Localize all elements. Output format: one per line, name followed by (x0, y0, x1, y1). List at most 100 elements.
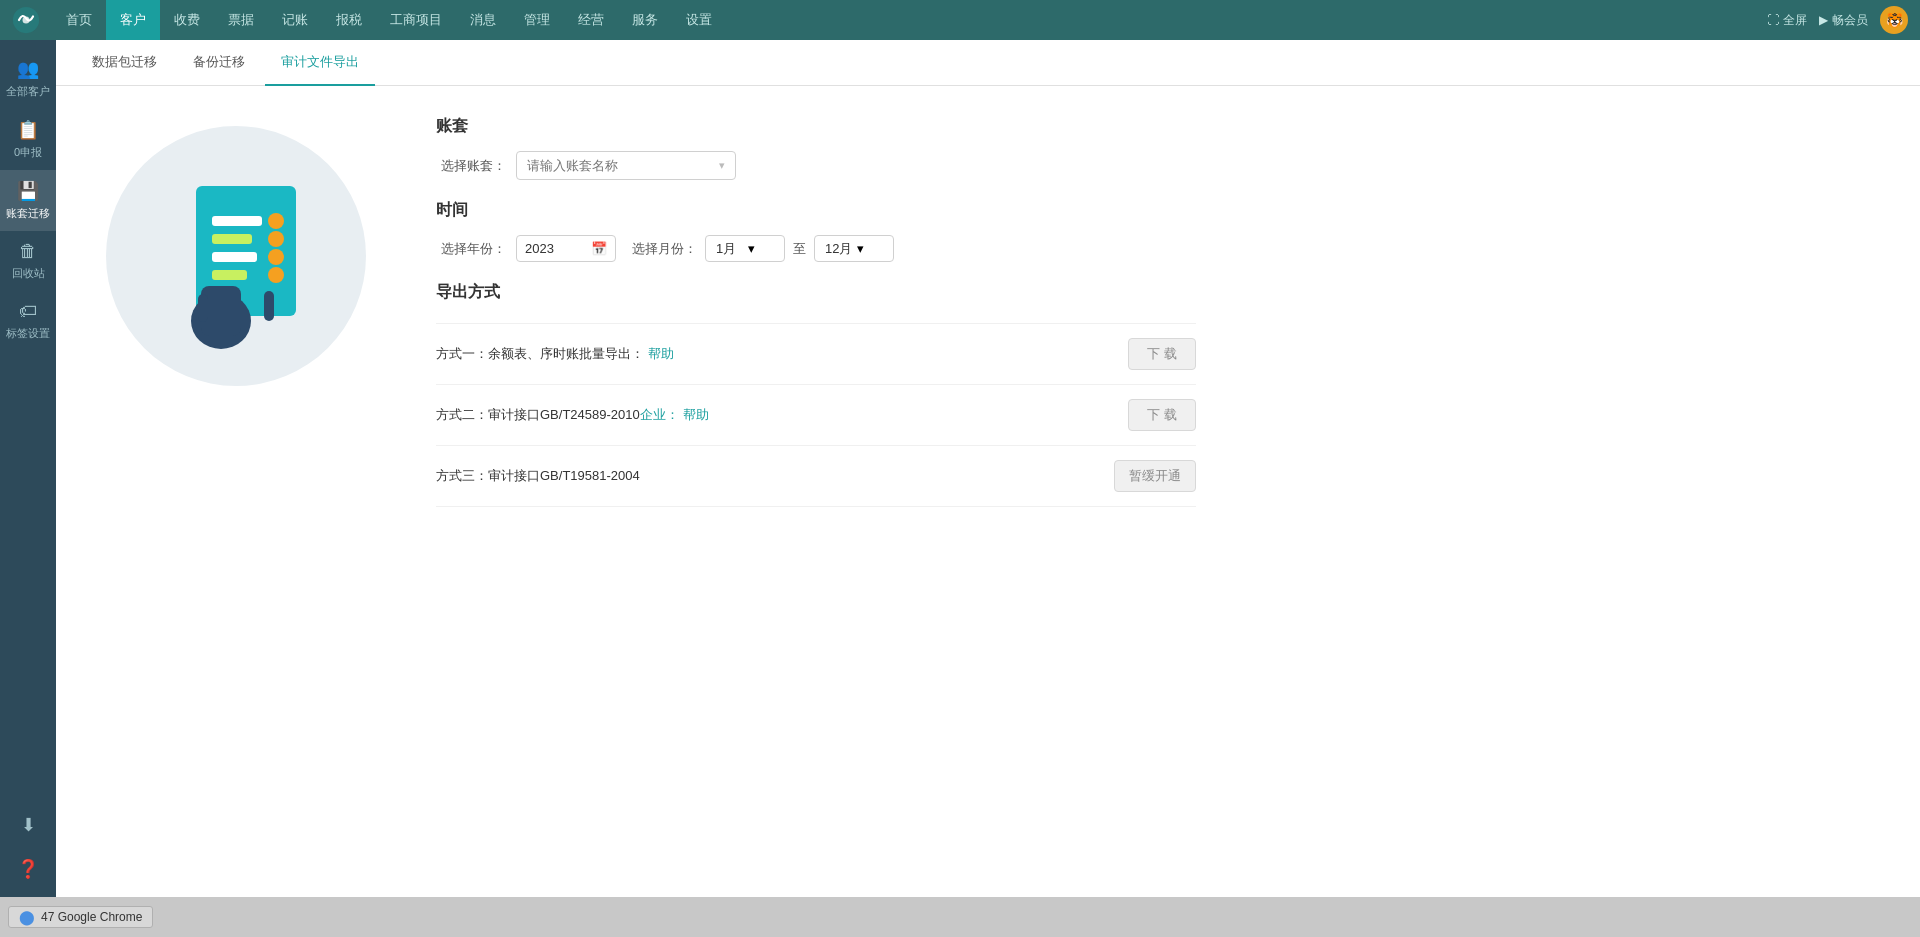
tab-bar: 数据包迁移 备份迁移 审计文件导出 (56, 40, 1920, 86)
svg-point-9 (268, 249, 284, 265)
method-1-download-button[interactable]: 下 载 (1128, 338, 1196, 370)
svg-rect-3 (212, 216, 262, 226)
main-layout: 👥 全部客户 📋 0申报 💾 账套迁移 🗑 回收站 🏷 标签设置 ⬇ ❓ 数据包… (0, 40, 1920, 897)
method-row-1: 方式一：余额表、序时账批量导出： 帮助 下 载 (436, 323, 1196, 385)
nav-right-area: ⛶ 全屏 ▶ 畅会员 🐯 (1767, 6, 1920, 34)
nav-customer[interactable]: 客户 (106, 0, 160, 40)
month-start-select[interactable]: 1月2月3月 4月5月6月 7月8月9月 10月11月12月 ▾ (705, 235, 785, 262)
member-button[interactable]: ▶ 畅会员 (1819, 12, 1868, 29)
tab-audit-export[interactable]: 审计文件导出 (265, 40, 375, 86)
sidebar-item-recycle[interactable]: 🗑 回收站 (0, 231, 56, 291)
form-area: 账套 选择账套： ▾ 时间 选择年份： 2023 (436, 116, 1196, 507)
nav-business[interactable]: 工商项目 (376, 0, 456, 40)
nav-settings[interactable]: 设置 (672, 0, 726, 40)
month-start-dropdown[interactable]: 1月2月3月 4月5月6月 7月8月9月 10月11月12月 (716, 241, 744, 256)
to-label: 至 (793, 240, 806, 258)
sidebar-bottom-download[interactable]: ⬇ (8, 805, 48, 845)
member-icon: ▶ (1819, 13, 1828, 27)
account-input[interactable] (527, 158, 719, 173)
sidebar-item-zero-declaration[interactable]: 📋 0申报 (0, 109, 56, 170)
page-content: 账套 选择账套： ▾ 时间 选择年份： 2023 (56, 86, 1920, 897)
account-select-wrapper[interactable]: ▾ (516, 151, 736, 180)
method-3-open-button[interactable]: 暂缓开通 (1114, 460, 1196, 492)
fullscreen-label: 全屏 (1783, 12, 1807, 29)
svg-point-10 (268, 267, 284, 283)
fullscreen-button[interactable]: ⛶ 全屏 (1767, 12, 1807, 29)
svg-point-1 (23, 17, 30, 24)
nav-fee[interactable]: 收费 (160, 0, 214, 40)
month-end-chevron-icon: ▾ (857, 241, 864, 256)
month-end-dropdown[interactable]: 1月2月3月 4月5月6月 7月8月9月 10月11月12月 (825, 241, 853, 256)
year-input-wrapper[interactable]: 2023 📅 (516, 235, 616, 262)
month-start-chevron-icon: ▾ (748, 241, 755, 256)
nav-manage[interactable]: 管理 (510, 0, 564, 40)
all-customers-icon: 👥 (17, 58, 39, 80)
illustration-svg (146, 156, 326, 356)
nav-service[interactable]: 服务 (618, 0, 672, 40)
sidebar-item-tag-settings[interactable]: 🏷 标签设置 (0, 291, 56, 351)
fullscreen-icon: ⛶ (1767, 13, 1779, 27)
illustration-circle (106, 126, 366, 386)
year-label: 选择年份： (436, 240, 506, 258)
method-1-help-link[interactable]: 帮助 (648, 346, 674, 361)
export-container: 账套 选择账套： ▾ 时间 选择年份： 2023 (96, 116, 1196, 507)
taskbar-chrome-item[interactable]: ⬤ 47 Google Chrome (8, 906, 153, 928)
svg-point-7 (268, 213, 284, 229)
sidebar-item-account-migration[interactable]: 💾 账套迁移 (0, 170, 56, 231)
export-section-title: 导出方式 (436, 282, 1196, 303)
method-3-text: 方式三：审计接口GB/T19581-2004 (436, 467, 640, 485)
svg-point-8 (268, 231, 284, 247)
nav-bookkeeping[interactable]: 记账 (268, 0, 322, 40)
method-row-2: 方式二：审计接口GB/T24589-2010企业：帮助 下 载 (436, 385, 1196, 446)
sidebar: 👥 全部客户 📋 0申报 💾 账套迁移 🗑 回收站 🏷 标签设置 ⬇ ❓ (0, 40, 56, 897)
year-input[interactable]: 2023 (525, 241, 585, 256)
method-1-main-text: 方式一：余额表、序时账批量导出： (436, 346, 644, 361)
sidebar-item-label: 账套迁移 (6, 206, 50, 221)
taskbar-item-label: 47 Google Chrome (41, 910, 142, 924)
method-2-help-link[interactable]: 帮助 (683, 407, 709, 422)
account-label: 选择账套： (436, 157, 506, 175)
svg-rect-13 (198, 294, 208, 322)
tab-backup-migration[interactable]: 备份迁移 (177, 40, 261, 86)
zero-declaration-icon: 📋 (17, 119, 39, 141)
time-section-title: 时间 (436, 200, 1196, 221)
account-migration-icon: 💾 (17, 180, 39, 202)
svg-rect-5 (212, 252, 257, 262)
app-logo (8, 2, 44, 38)
nav-message[interactable]: 消息 (456, 0, 510, 40)
nav-home[interactable]: 首页 (52, 0, 106, 40)
nav-tax[interactable]: 报税 (322, 0, 376, 40)
sidebar-item-label: 0申报 (14, 145, 42, 160)
taskbar: ⬤ 47 Google Chrome (0, 897, 1920, 937)
nav-ticket[interactable]: 票据 (214, 0, 268, 40)
sidebar-bottom-help[interactable]: ❓ (8, 849, 48, 889)
method-1-text: 方式一：余额表、序时账批量导出： 帮助 (436, 345, 674, 363)
month-end-select[interactable]: 1月2月3月 4月5月6月 7月8月9月 10月11月12月 ▾ (814, 235, 894, 262)
method-2-download-button[interactable]: 下 载 (1128, 399, 1196, 431)
export-methods: 方式一：余额表、序时账批量导出： 帮助 下 载 方式二：审计接口GB/T24589… (436, 323, 1196, 507)
content-area: 数据包迁移 备份迁移 审计文件导出 (56, 40, 1920, 897)
nav-operation[interactable]: 经营 (564, 0, 618, 40)
tab-data-migration[interactable]: 数据包迁移 (76, 40, 173, 86)
account-chevron-icon: ▾ (719, 159, 725, 172)
member-label: 畅会员 (1832, 12, 1868, 29)
sidebar-bottom: ⬇ ❓ (8, 805, 48, 889)
time-form-row: 选择年份： 2023 📅 选择月份： 1月2月3月 4月5月6月 7月8月9月 … (436, 235, 1196, 262)
top-nav: 首页 客户 收费 票据 记账 报税 工商项目 消息 管理 经营 服务 设置 ⛶ … (0, 0, 1920, 40)
method-row-3: 方式三：审计接口GB/T19581-2004 暂缓开通 (436, 446, 1196, 507)
svg-rect-14 (264, 291, 274, 321)
method-2-main-text: 方式二：审计接口GB/T24589-2010 (436, 407, 640, 422)
account-section-title: 账套 (436, 116, 1196, 137)
chrome-icon: ⬤ (19, 909, 35, 925)
month-start-label: 选择月份： (632, 240, 697, 258)
recycle-icon: 🗑 (19, 241, 37, 262)
svg-rect-6 (212, 270, 247, 280)
tag-icon: 🏷 (19, 301, 37, 322)
illustration-area (96, 116, 376, 396)
svg-rect-4 (212, 234, 252, 244)
user-avatar[interactable]: 🐯 (1880, 6, 1908, 34)
sidebar-item-all-customers[interactable]: 👥 全部客户 (0, 48, 56, 109)
sidebar-item-label: 全部客户 (6, 84, 50, 99)
sidebar-item-label: 标签设置 (6, 326, 50, 341)
account-form-row: 选择账套： ▾ (436, 151, 1196, 180)
